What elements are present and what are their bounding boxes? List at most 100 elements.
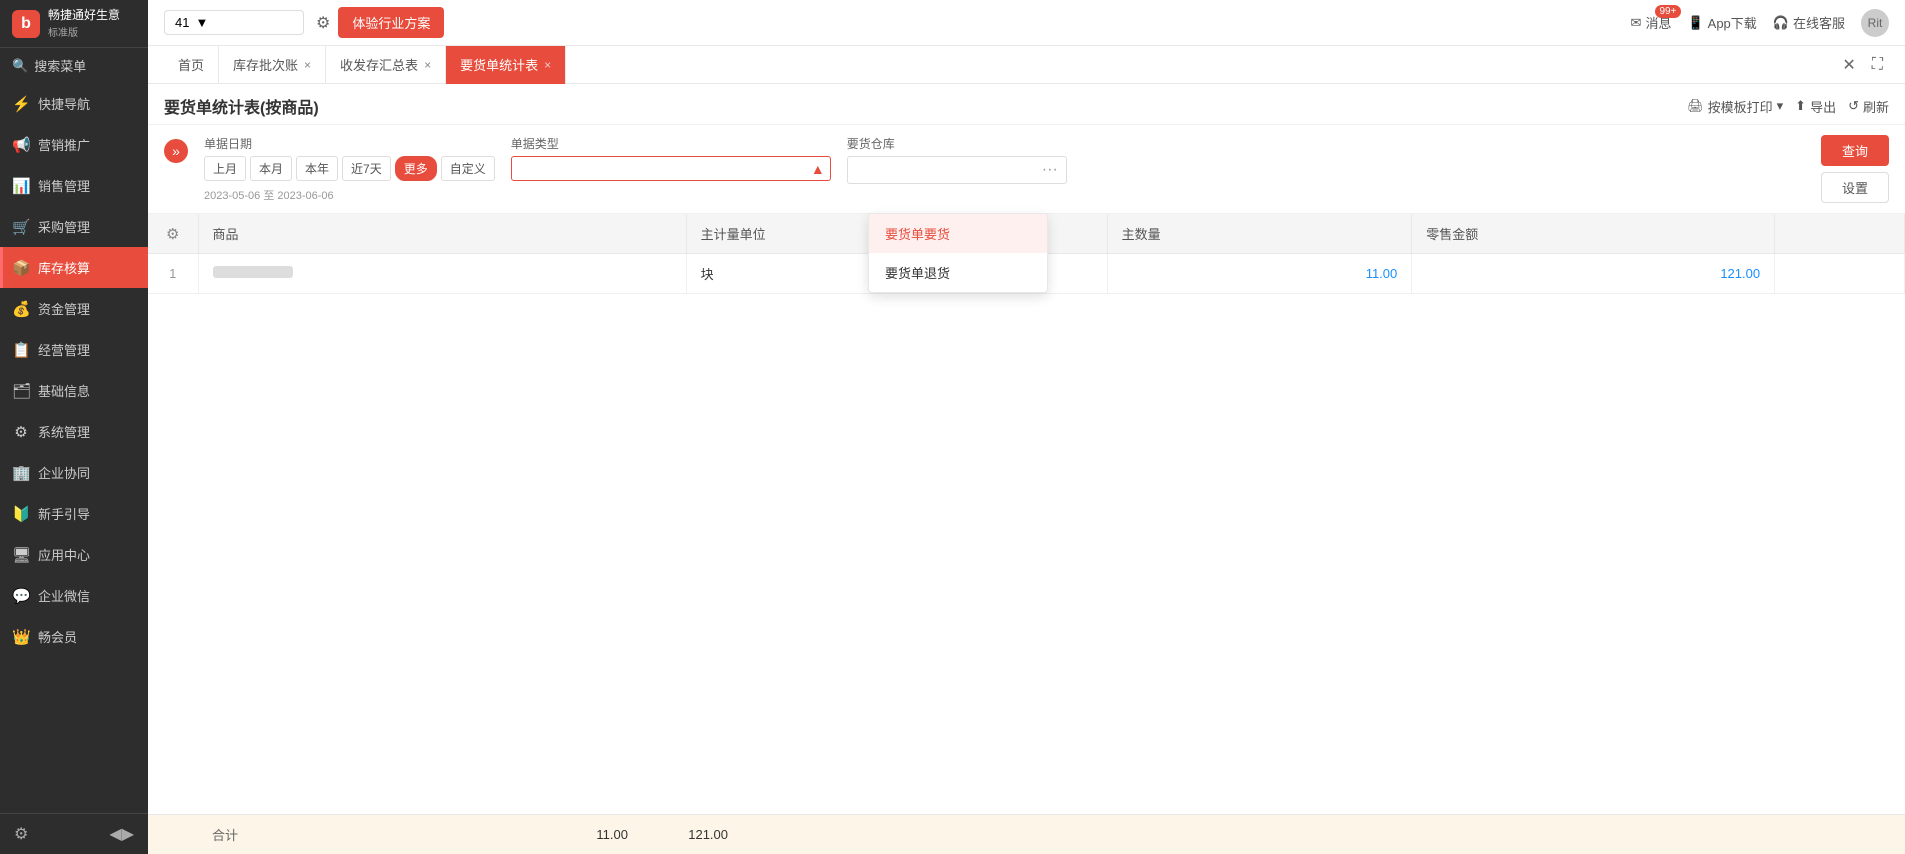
print-icon: 🖨	[1687, 98, 1704, 114]
sales-icon: 📊	[12, 177, 30, 195]
this-year-btn[interactable]: 本年	[296, 156, 338, 181]
sidebar-item-inventory[interactable]: 📦 库存核算	[0, 247, 148, 288]
trial-industry-button[interactable]: 体验行业方案	[338, 7, 444, 38]
settings-bottom-icon[interactable]: ⚙	[14, 824, 28, 844]
sidebar-item-finance[interactable]: 💰 资金管理	[0, 288, 148, 329]
filter-right-actions: 查询 设置	[1821, 135, 1889, 203]
topbar-right: ✉ 消息 99+ 📱 App下载 🎧 在线客服 Rit	[1631, 9, 1889, 37]
topbar-gear-icon[interactable]: ⚙	[316, 13, 330, 33]
online-service-item[interactable]: 🎧 在线客服	[1773, 13, 1845, 32]
app-download-item[interactable]: 📱 App下载	[1687, 13, 1756, 32]
sidebar-item-label: 库存核算	[38, 258, 90, 277]
page-header: 要货单统计表(按商品) 🖨 按模板打印 ▾ ⬆ 导出 ↺ 刷新	[148, 84, 1905, 125]
user-avatar-item[interactable]: Rit	[1861, 9, 1889, 37]
export-label: 导出	[1810, 97, 1836, 116]
warehouse-filter-label: 要货仓库	[847, 135, 1067, 152]
purchase-icon: 🛒	[12, 218, 30, 236]
dropdown-item-order-goods[interactable]: 要货单要货	[869, 214, 1047, 253]
tab-order-stats[interactable]: 要货单统计表 ×	[446, 46, 566, 84]
col-settings[interactable]: ⚙	[148, 214, 198, 254]
sidebar-item-label: 资金管理	[38, 299, 90, 318]
page-title: 要货单统计表(按商品)	[164, 94, 319, 118]
topbar-left: 41 ▼ ⚙ 体验行业方案	[164, 7, 1621, 38]
last-7-days-btn[interactable]: 近7天	[342, 156, 391, 181]
refresh-button[interactable]: ↺ 刷新	[1848, 97, 1889, 116]
this-month-btn[interactable]: 本月	[250, 156, 292, 181]
sidebar-item-quick-nav[interactable]: ⚡ 快捷导航	[0, 83, 148, 124]
sidebar-item-label: 企业微信	[38, 586, 90, 605]
search-icon: 🔍	[12, 58, 28, 74]
sidebar-item-label: 经营管理	[38, 340, 90, 359]
sidebar-item-purchase[interactable]: 🛒 采购管理	[0, 206, 148, 247]
page-content: 要货单统计表(按商品) 🖨 按模板打印 ▾ ⬆ 导出 ↺ 刷新 »	[148, 84, 1905, 854]
app-center-icon: 🖥	[12, 546, 30, 564]
col-extra	[1775, 214, 1905, 254]
export-button[interactable]: ⬆ 导出	[1795, 97, 1836, 116]
type-filter-label: 单据类型	[511, 135, 831, 152]
sidebar-item-label: 系统管理	[38, 422, 90, 441]
tab-home[interactable]: 首页	[164, 46, 219, 84]
sidebar-item-base-info[interactable]: 🗂 基础信息	[0, 370, 148, 411]
tab-receive-summary[interactable]: 收发存汇总表 ×	[326, 46, 446, 84]
messages-badge: 99+	[1655, 5, 1682, 18]
print-label: 按模板打印	[1708, 97, 1773, 116]
sidebar-item-sales[interactable]: 📊 销售管理	[0, 165, 148, 206]
online-service-label: 在线客服	[1793, 13, 1845, 32]
col-goods: 商品	[198, 214, 686, 254]
sidebar-item-label: 新手引导	[38, 504, 90, 523]
more-dates-btn[interactable]: 更多	[395, 156, 437, 181]
sidebar-item-member[interactable]: 👑 畅会员	[0, 616, 148, 657]
tab-inventory-batch[interactable]: 库存批次账 ×	[219, 46, 326, 84]
sidebar-item-enterprise[interactable]: 🏢 企业协同	[0, 452, 148, 493]
tabs-bar: 首页 库存批次账 × 收发存汇总表 × 要货单统计表 × ✕ ⛶	[148, 46, 1905, 84]
wechat-icon: 💬	[12, 587, 30, 605]
tab-close-receive-summary[interactable]: ×	[424, 58, 431, 72]
page-actions: 🖨 按模板打印 ▾ ⬆ 导出 ↺ 刷新	[1687, 97, 1889, 116]
close-all-tabs-icon[interactable]: ✕	[1836, 53, 1861, 77]
sidebar: b 畅捷通好生意 标准版 🔍 搜索菜单 ⚡ 快捷导航 📢 营销推广 📊 销售管理…	[0, 0, 148, 854]
column-settings-icon[interactable]: ⚙	[166, 226, 179, 243]
refresh-icon: ↺	[1848, 98, 1859, 114]
sidebar-item-operations[interactable]: 📋 经营管理	[0, 329, 148, 370]
footer-amount: 121.00	[642, 827, 742, 842]
filter-bar: » 单据日期 上月 本月 本年 近7天 更多 自定义 2023-05-06 至 …	[148, 125, 1905, 214]
type-caret-up-icon[interactable]: ▲	[811, 161, 825, 177]
collapse-icon[interactable]: ◀▶	[109, 824, 134, 844]
custom-date-btn[interactable]: 自定义	[441, 156, 495, 181]
tab-label: 库存批次账	[233, 55, 298, 74]
type-filter-input[interactable]	[511, 156, 831, 181]
sidebar-item-marketing[interactable]: 📢 营销推广	[0, 124, 148, 165]
row-index: 1	[148, 254, 198, 294]
expand-filter-button[interactable]: »	[164, 139, 188, 163]
footer-total-label: 合计	[212, 825, 412, 844]
warehouse-filter-group: 要货仓库 ···	[847, 135, 1067, 184]
sidebar-item-guide[interactable]: 🔰 新手引导	[0, 493, 148, 534]
warehouse-input-wrap[interactable]: ···	[847, 156, 1067, 184]
base-info-icon: 🗂	[12, 382, 30, 400]
query-button[interactable]: 查询	[1821, 135, 1889, 166]
sidebar-item-system[interactable]: ⚙ 系统管理	[0, 411, 148, 452]
guide-icon: 🔰	[12, 505, 30, 523]
search-menu-item[interactable]: 🔍 搜索菜单	[0, 48, 148, 83]
headset-icon: 🎧	[1773, 15, 1789, 31]
sidebar-item-app-center[interactable]: 🖥 应用中心	[0, 534, 148, 575]
print-caret: ▾	[1777, 98, 1784, 114]
settings-filter-button[interactable]: 设置	[1821, 172, 1889, 203]
sidebar-item-label: 畅会员	[38, 627, 77, 646]
table-footer: 合计 11.00 121.00	[148, 814, 1905, 854]
tab-label: 要货单统计表	[460, 55, 538, 74]
tab-close-order-stats[interactable]: ×	[544, 58, 551, 72]
messages-item[interactable]: ✉ 消息 99+	[1631, 13, 1672, 32]
col-amount: 零售金额	[1412, 214, 1775, 254]
store-selector[interactable]: 41 ▼	[164, 10, 304, 35]
maximize-icon[interactable]: ⛶	[1866, 54, 1889, 76]
type-dropdown: 要货单要货 要货单退货	[868, 213, 1048, 293]
print-template-button[interactable]: 🖨 按模板打印 ▾	[1687, 97, 1783, 116]
tab-close-inventory-batch[interactable]: ×	[304, 58, 311, 72]
last-month-btn[interactable]: 上月	[204, 156, 246, 181]
warehouse-more-icon[interactable]: ···	[1042, 161, 1058, 179]
dropdown-item-order-return[interactable]: 要货单退货	[869, 253, 1047, 292]
sidebar-item-wechat[interactable]: 💬 企业微信	[0, 575, 148, 616]
search-menu-label: 搜索菜单	[34, 56, 86, 75]
app-download-icon: 📱	[1687, 15, 1703, 31]
